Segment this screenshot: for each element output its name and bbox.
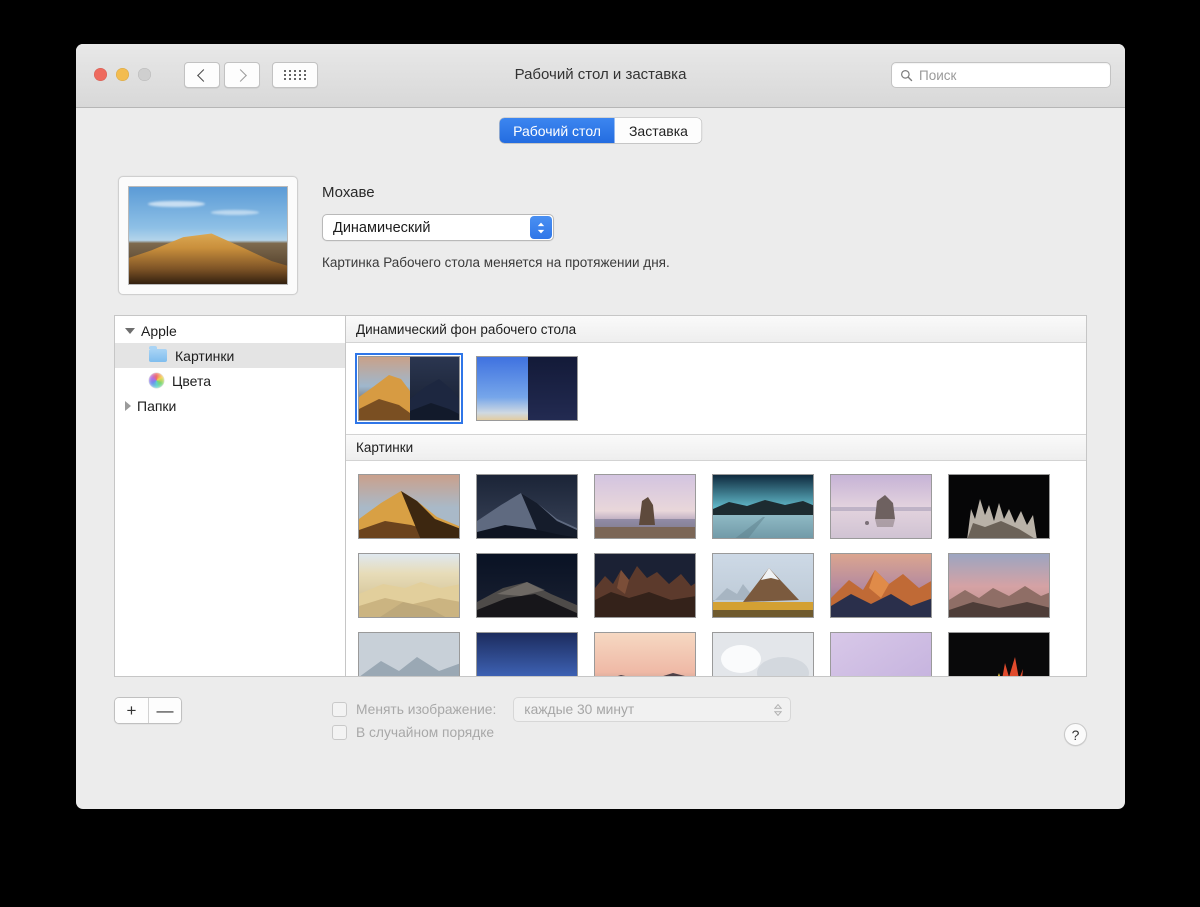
stepper-icon[interactable] [530,216,552,239]
wallpaper-thumb-pink-sky[interactable] [594,632,696,676]
wallpaper-thumb-blue-horizon[interactable] [476,632,578,676]
wallpaper-thumb-peak-dawn[interactable] [830,553,932,618]
picture-thumbnails [346,461,1086,676]
wallpaper-thumb-snow-peak[interactable] [358,632,460,676]
sidebar-item-folders[interactable]: Папки [115,393,345,418]
tab-screensaver[interactable]: Заставка [614,118,702,143]
wallpaper-grid-pane[interactable]: Динамический фон рабочего стола Картинки [346,316,1086,676]
wallpaper-name: Мохаве [322,184,375,201]
wallpaper-thumb-white-fog[interactable] [712,632,814,676]
wallpaper-thumb-dynamic-mojave[interactable] [355,353,463,424]
sidebar-item-label: Цвета [172,372,211,389]
wallpaper-thumb-rock-pastel[interactable] [594,474,696,539]
add-remove-group: + — [114,697,182,724]
sidebar-item-label: Папки [137,397,177,414]
wallpaper-thumb-ridge-dusk[interactable] [948,553,1050,618]
wallpaper-thumb-lake-teal[interactable] [712,474,814,539]
wallpaper-thumb-cliffs-red[interactable] [594,553,696,618]
add-folder-button[interactable]: + [115,698,148,723]
content-panel: Мохаве Динамический Картинка Рабочего ст… [94,154,1107,795]
bottom-controls: + — Менять изображение: каждые 30 минут … [114,694,1087,784]
current-wallpaper-preview[interactable] [118,176,298,295]
sidebar-item-apple[interactable]: Apple [115,318,345,343]
sidebar-item-pictures[interactable]: Картинки [115,343,345,368]
interval-value: каждые 30 минут [524,702,635,717]
wallpaper-thumb-dynamic-solar[interactable] [476,356,578,421]
preview-image [128,186,288,285]
window-titlebar: Рабочий стол и заставка Поиск [76,44,1125,108]
wallpaper-browser: Apple Картинки Цвета Папки Динамический … [114,315,1087,677]
change-image-row: Менять изображение: каждые 30 минут [332,697,792,722]
wallpaper-thumb-spires-black[interactable] [948,474,1050,539]
group-header-pictures: Картинки [346,434,1086,461]
wallpaper-thumb-stone-violet[interactable] [830,474,932,539]
wallpaper-thumb-mojave-day[interactable] [358,474,460,539]
wallpaper-thumb-dunes-light[interactable] [358,553,460,618]
remove-folder-button[interactable]: — [148,698,181,723]
disclosure-open-icon[interactable] [125,327,135,334]
group-header-dynamic: Динамический фон рабочего стола [346,316,1086,343]
random-order-label: В случайном порядке [356,725,495,740]
interval-select[interactable]: каждые 30 минут [513,697,792,722]
dynamic-thumbnails [346,343,1086,434]
preview-meta: Мохаве Динамический Картинка Рабочего ст… [322,184,1083,270]
change-image-checkbox[interactable] [332,702,347,717]
tab-group: Рабочий стол Заставка [499,118,702,143]
preview-row: Мохаве Динамический Картинка Рабочего ст… [118,176,1083,300]
wallpaper-thumb-lilac[interactable] [830,632,932,676]
folder-icon [149,346,167,362]
sidebar-item-label: Apple [141,322,177,339]
disclosure-closed-icon[interactable] [125,400,131,411]
tab-bar: Рабочий стол Заставка [76,108,1125,154]
source-sidebar: Apple Картинки Цвета Папки [115,316,346,676]
tab-desktop[interactable]: Рабочий стол [499,118,615,143]
stepper-icon[interactable] [774,703,783,716]
wallpaper-mode-value: Динамический [333,219,431,236]
random-order-checkbox[interactable] [332,725,347,740]
search-icon [901,69,913,81]
search-placeholder: Поиск [919,67,957,83]
help-button[interactable]: ? [1064,723,1087,746]
change-image-label: Менять изображение: [356,702,497,717]
wallpaper-thumb-mountain-autumn[interactable] [712,553,814,618]
preferences-window: Рабочий стол и заставка Поиск Рабочий ст… [76,44,1125,809]
random-order-row: В случайном порядке [332,725,494,740]
wallpaper-mode-description: Картинка Рабочего стола меняется на прот… [322,255,670,270]
sidebar-item-colors[interactable]: Цвета [115,368,345,393]
search-field[interactable]: Поиск [891,62,1111,88]
wallpaper-thumb-flower-night[interactable] [948,632,1050,676]
wallpaper-thumb-dune-dark[interactable] [476,553,578,618]
sidebar-item-label: Картинки [175,347,235,364]
color-wheel-icon [149,373,164,388]
wallpaper-mode-select[interactable]: Динамический [322,214,554,241]
wallpaper-thumb-mojave-night[interactable] [476,474,578,539]
